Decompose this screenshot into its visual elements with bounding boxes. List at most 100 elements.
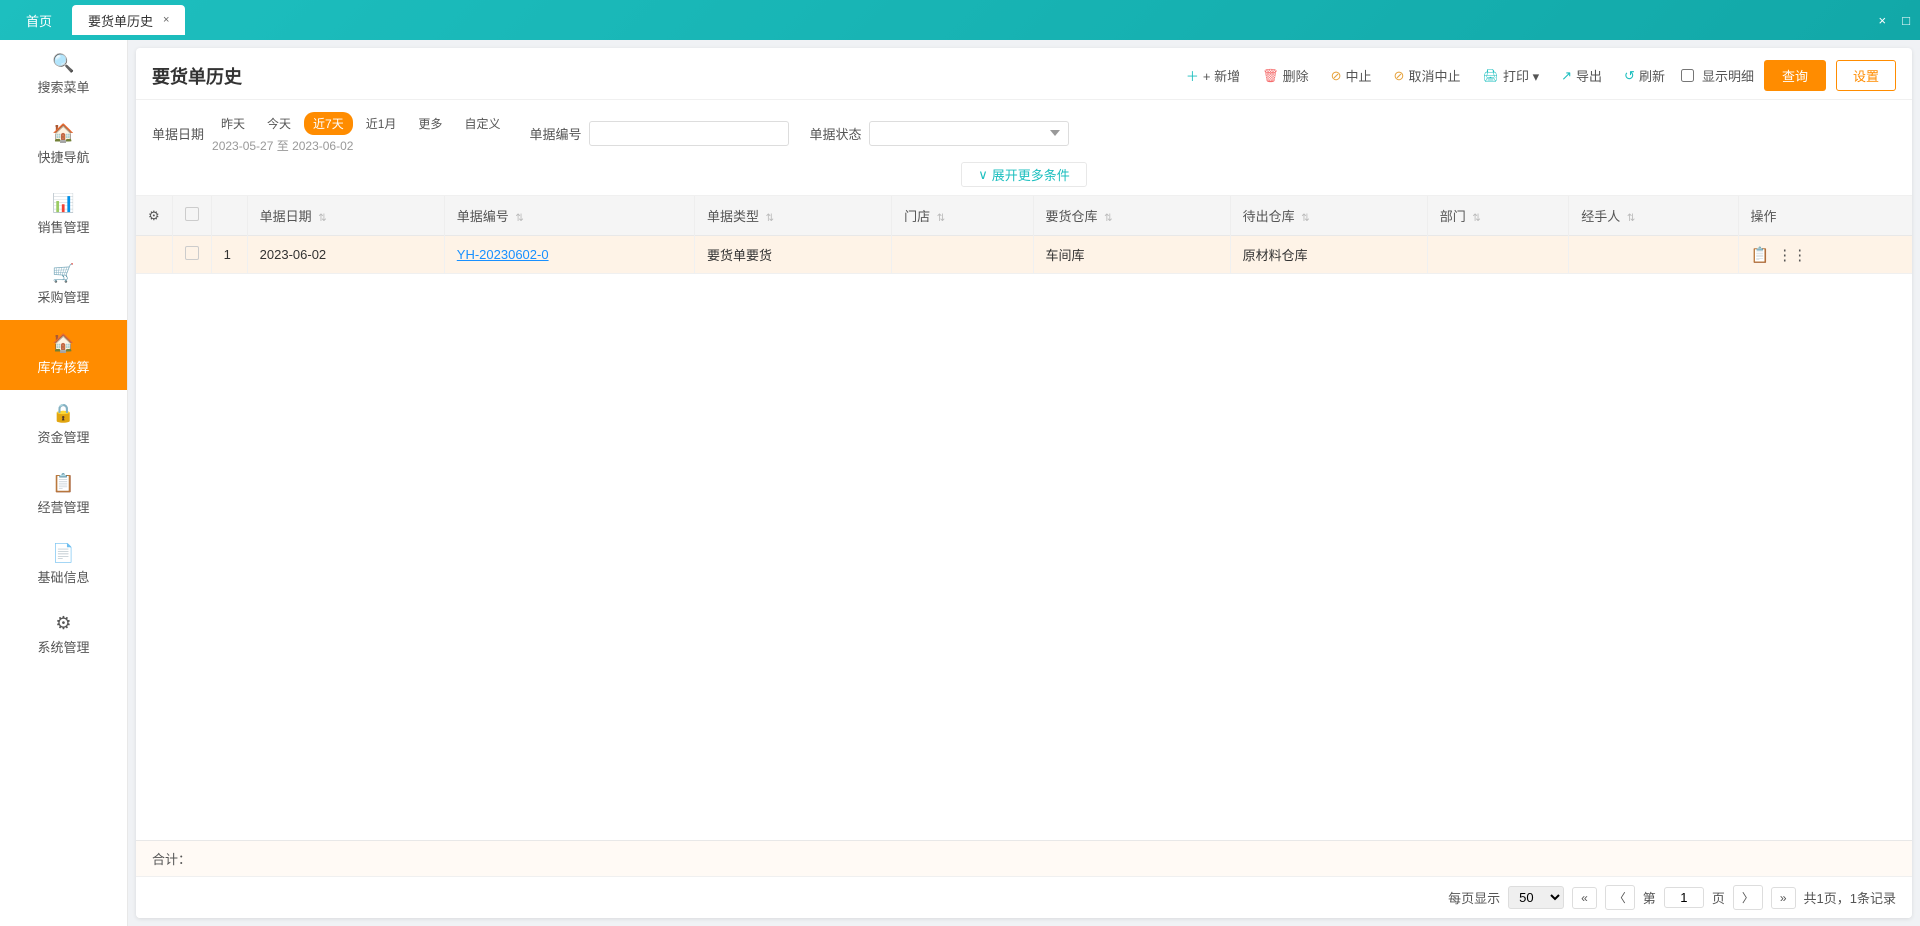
settings-button[interactable]: 设置: [1836, 60, 1896, 91]
sidebar-item-inventory[interactable]: 🏠 库存核算: [0, 320, 127, 390]
refresh-icon: ↺: [1624, 68, 1635, 84]
expand-more-button[interactable]: ∨ 展开更多条件: [961, 162, 1087, 187]
th-pending-warehouse[interactable]: 待出仓库 ⇅: [1230, 196, 1427, 236]
order-no-filter: 单据编号: [529, 121, 789, 146]
page-number-input[interactable]: [1664, 887, 1704, 908]
th-checkbox: [172, 196, 211, 236]
tab-close-icon[interactable]: ×: [163, 14, 169, 26]
th-order-type[interactable]: 单据类型 ⇅: [694, 196, 891, 236]
tab-home[interactable]: 首页: [10, 5, 68, 35]
plus-icon: ＋: [1186, 66, 1199, 85]
td-store: [892, 236, 1033, 274]
pagination: 每页显示 20 50 100 « 〈 第 页 〉 » 共1页，1条记录: [136, 876, 1912, 918]
print-button[interactable]: 🖨 打印 ▾: [1476, 62, 1545, 89]
table-header-row: ⚙ 单据日期 ⇅ 单据编号 ⇅: [136, 196, 1912, 236]
sort-arrows-request-warehouse: ⇅: [1104, 213, 1112, 224]
show-detail-label[interactable]: 显示明细: [1681, 66, 1754, 85]
more-action-icon[interactable]: ⋮⋮: [1777, 246, 1807, 264]
date-filter: 单据日期 昨天 今天 近7天 近1月 更多 自定义 2023-05-27 至 2…: [152, 112, 509, 154]
page-size-select[interactable]: 20 50 100: [1508, 886, 1564, 909]
row-checkbox[interactable]: [185, 246, 199, 260]
sort-arrows-store: ⇅: [937, 213, 945, 224]
date-btn-more[interactable]: 更多: [409, 112, 451, 135]
home-icon: 🏠: [52, 124, 74, 142]
cancel-stop-button[interactable]: ⊘ 取消中止: [1388, 62, 1467, 89]
top-bar: 首页 要货单历史 × × □: [0, 0, 1920, 40]
td-date: 2023-06-02: [247, 236, 444, 274]
tab-bar: 首页 要货单历史 ×: [10, 5, 1879, 35]
gear-icon: ⚙: [55, 614, 71, 632]
sidebar-item-operation-mgmt[interactable]: 📋 经营管理: [0, 460, 127, 530]
delete-button[interactable]: 🗑 删除: [1256, 62, 1315, 89]
status-select[interactable]: [869, 121, 1069, 146]
first-page-button[interactable]: «: [1572, 887, 1597, 909]
page-unit: 页: [1712, 888, 1725, 907]
expand-more: ∨ 展开更多条件: [152, 162, 1896, 187]
th-store[interactable]: 门店 ⇅: [892, 196, 1033, 236]
export-button[interactable]: ↗ 导出: [1555, 62, 1608, 89]
query-button[interactable]: 查询: [1764, 60, 1826, 91]
th-handler[interactable]: 经手人 ⇅: [1569, 196, 1738, 236]
next-page-button[interactable]: 〉: [1733, 885, 1763, 910]
lock-icon: 🔒: [52, 404, 74, 422]
page-header: 要货单历史 ＋ + 新增 🗑 删除 ⊘ 中止 ⊘ 取消中止: [136, 48, 1912, 100]
date-btn-today[interactable]: 今天: [258, 112, 300, 135]
order-no-link[interactable]: YH-20230602-0: [457, 247, 549, 262]
cancel-stop-icon: ⊘: [1394, 68, 1405, 84]
date-filter-controls: 昨天 今天 近7天 近1月 更多 自定义 2023-05-27 至 2023-0…: [212, 112, 509, 154]
td-checkbox: [172, 236, 211, 274]
inventory-icon: 🏠: [52, 334, 74, 352]
header-checkbox[interactable]: [185, 207, 199, 221]
td-department: [1427, 236, 1568, 274]
date-btn-yesterday[interactable]: 昨天: [212, 112, 254, 135]
th-request-warehouse[interactable]: 要货仓库 ⇅: [1033, 196, 1230, 236]
window-close-btn[interactable]: ×: [1879, 13, 1887, 28]
sidebar: 🔍 搜索菜单 🏠 快捷导航 📊 销售管理 🛒 采购管理 🏠 库存核算 🔒 资金管…: [0, 40, 128, 926]
delete-icon: 🗑: [1262, 68, 1279, 84]
sort-arrows-pending-warehouse: ⇅: [1301, 213, 1309, 224]
date-btn-1month[interactable]: 近1月: [357, 112, 406, 135]
order-no-input[interactable]: [589, 121, 789, 146]
sidebar-item-basic-info[interactable]: 📄 基础信息: [0, 530, 127, 600]
main-layout: 🔍 搜索菜单 🏠 快捷导航 📊 销售管理 🛒 采购管理 🏠 库存核算 🔒 资金管…: [0, 40, 1920, 926]
date-btn-custom[interactable]: 自定义: [455, 112, 509, 135]
tab-order-history[interactable]: 要货单历史 ×: [72, 5, 185, 35]
prev-page-button[interactable]: 〈: [1605, 885, 1635, 910]
th-order-no[interactable]: 单据编号 ⇅: [444, 196, 694, 236]
refresh-button[interactable]: ↺ 刷新: [1618, 62, 1671, 89]
table-body: 1 2023-06-02 YH-20230602-0 要货单要货: [136, 236, 1912, 274]
sidebar-item-purchase-mgmt[interactable]: 🛒 采购管理: [0, 250, 127, 320]
sort-arrows-department: ⇅: [1472, 213, 1480, 224]
cart-icon: 🛒: [52, 264, 74, 282]
sidebar-item-sales-mgmt[interactable]: 📊 销售管理: [0, 180, 127, 250]
date-btn-7days[interactable]: 近7天: [304, 112, 353, 135]
sort-arrows-order-no: ⇅: [515, 213, 523, 224]
print-icon: 🖨: [1482, 68, 1499, 84]
footer-total: 合计：: [136, 840, 1912, 876]
order-no-label: 单据编号: [529, 124, 581, 143]
sidebar-item-shortcut-nav[interactable]: 🏠 快捷导航: [0, 110, 127, 180]
sidebar-item-system-mgmt[interactable]: ⚙ 系统管理: [0, 600, 127, 670]
sidebar-item-search-menu[interactable]: 🔍 搜索菜单: [0, 40, 127, 110]
date-range-text: 2023-05-27 至 2023-06-02: [212, 137, 509, 154]
td-order-type: 要货单要货: [694, 236, 891, 274]
page-title: 要货单历史: [152, 63, 242, 89]
th-date[interactable]: 单据日期 ⇅: [247, 196, 444, 236]
last-page-button[interactable]: »: [1771, 887, 1796, 909]
show-detail-checkbox[interactable]: [1681, 69, 1694, 82]
page-label: 第: [1643, 888, 1656, 907]
stop-button[interactable]: ⊘ 中止: [1325, 62, 1378, 89]
th-department[interactable]: 部门 ⇅: [1427, 196, 1568, 236]
th-settings[interactable]: ⚙: [136, 196, 172, 236]
window-maximize-btn[interactable]: □: [1902, 13, 1910, 28]
td-actions: 📋 ⋮⋮: [1738, 236, 1912, 274]
chart-icon: 📊: [52, 194, 74, 212]
filter-row: 单据日期 昨天 今天 近7天 近1月 更多 自定义 2023-05-27 至 2…: [152, 112, 1896, 154]
status-filter: 单据状态: [809, 121, 1069, 146]
document-icon: 📄: [52, 544, 74, 562]
date-filter-buttons: 昨天 今天 近7天 近1月 更多 自定义: [212, 112, 509, 135]
sidebar-item-finance-mgmt[interactable]: 🔒 资金管理: [0, 390, 127, 460]
new-button[interactable]: ＋ + 新增: [1180, 62, 1246, 89]
edit-action-icon[interactable]: 📋: [1751, 246, 1770, 264]
expand-icon: ∨: [978, 167, 988, 183]
